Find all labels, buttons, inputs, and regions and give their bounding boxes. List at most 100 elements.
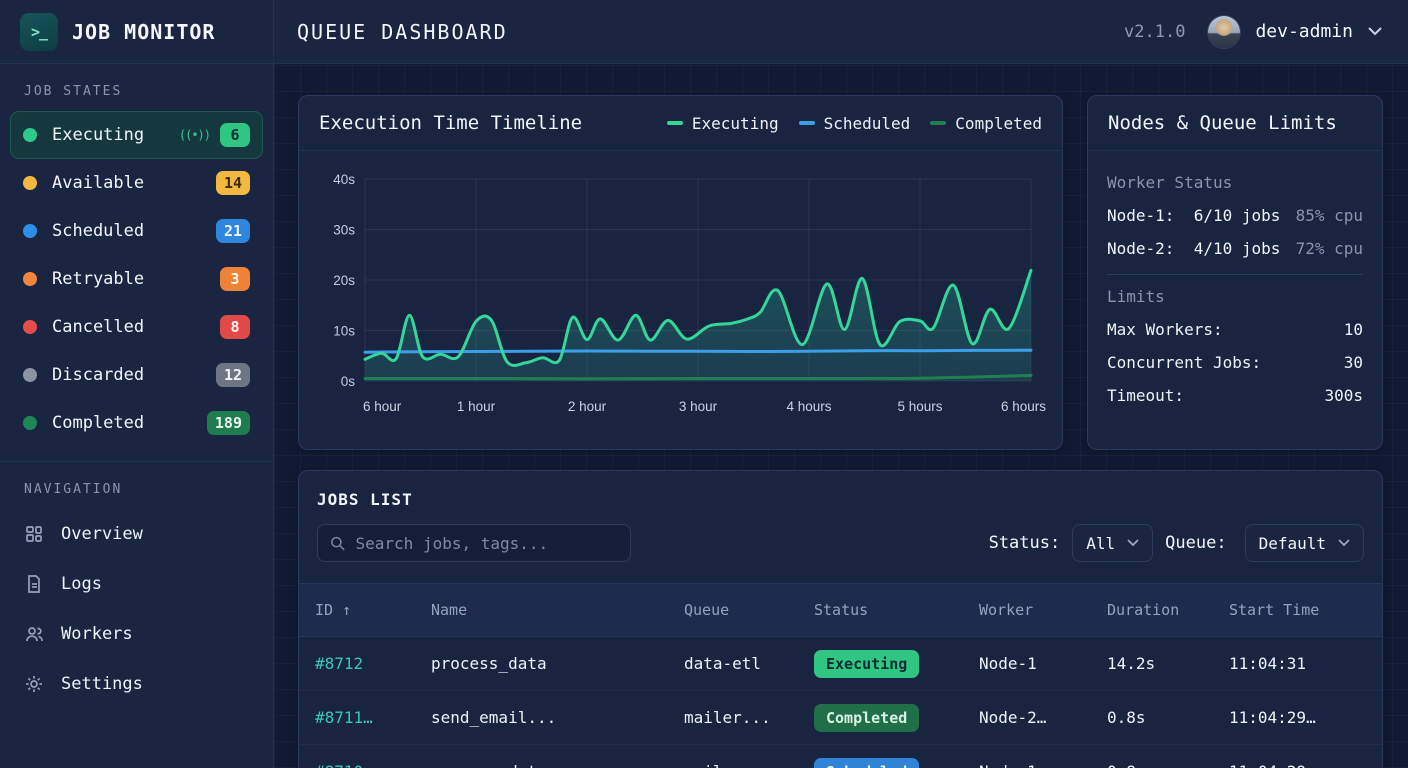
legend-dash-icon [666,121,683,125]
limit-value: 10 [1343,320,1363,339]
job-name: process_data [415,762,668,768]
legend-item-completed[interactable]: Completed [930,114,1042,133]
svg-text:1 hour: 1 hour [457,399,496,414]
status-filter-value: All [1086,533,1116,553]
job-queue: mailer... [684,708,771,727]
user-menu[interactable]: dev-admin [1255,21,1353,42]
svg-text:10s: 10s [333,324,355,339]
job-id-link[interactable]: #8710 [299,762,415,768]
state-label: Cancelled [52,317,145,337]
jobs-list-title: JOBS LIST [317,490,413,509]
sidebar-item-logs[interactable]: Logs [0,559,273,609]
queue-filter-value: Default [1258,533,1326,553]
nodes-divider [1107,274,1363,275]
overview-grid-icon [26,526,42,542]
table-row[interactable]: #8711… send_email... mailer... Completed… [299,691,1382,745]
search-box[interactable] [317,524,631,562]
available-dot-icon [23,176,37,190]
svg-text:20s: 20s [333,273,355,288]
job-duration: 14.2s [1107,654,1156,673]
chart-legend: Executing Scheduled Completed [666,113,1042,133]
nav-label: Logs [61,574,102,594]
settings-gear-icon [26,676,42,692]
avatar[interactable] [1208,15,1241,48]
legend-item-scheduled[interactable]: Scheduled [798,113,911,133]
sidebar-item-cancelled[interactable]: Cancelled 8 [10,303,263,351]
limit-value: 300s [1324,386,1363,405]
sidebar-item-executing[interactable]: Executing ((•)) 6 [10,111,263,159]
legend-label: Completed [955,113,1042,133]
svg-text:6 hours: 6 hours [1001,399,1046,414]
navigation-header: NAVIGATION [24,482,123,497]
column-header-worker[interactable]: Worker [963,601,1091,619]
workers-people-icon [26,627,43,642]
table-row[interactable]: #8710 process_data mailer Scheduled Node… [299,745,1382,768]
sidebar-item-scheduled[interactable]: Scheduled 21 [10,207,263,255]
search-icon [331,536,345,550]
topbar: >_ JOB MONITOR QUEUE DASHBOARD v2.1.0 de… [0,0,1408,64]
sidebar-item-available[interactable]: Available 14 [10,159,263,207]
sidebar-item-discarded[interactable]: Discarded 12 [10,351,263,399]
chevron-down-icon [1338,539,1350,547]
status-filter-select[interactable]: All [1072,524,1154,562]
state-count-badge: 8 [220,315,250,339]
search-input[interactable] [355,533,618,553]
state-label: Executing [52,125,145,145]
logs-document-icon [28,575,40,593]
column-header-name[interactable]: Name [415,601,668,619]
nodes-card-title: Nodes & Queue Limits [1108,112,1337,134]
limits-header: Limits [1107,287,1165,306]
worker-row-node-2: Node-2: 4/10 jobs 72% cpu [1107,239,1363,258]
chevron-down-icon[interactable] [1368,27,1382,36]
svg-text:3 hour: 3 hour [679,399,718,414]
job-start-time: 11:04:29 [1213,762,1382,768]
column-header-duration[interactable]: Duration [1091,601,1213,619]
state-count-badge: 21 [215,219,250,243]
worker-row-node-1: Node-1: 6/10 jobs 85% cpu [1107,206,1363,225]
status-badge: Executing [814,649,920,678]
executing-dot-icon [23,128,37,142]
state-count-badge: 189 [206,411,250,435]
limit-row-concurrent-jobs: Concurrent Jobs: 30 [1107,353,1363,372]
column-header-queue[interactable]: Queue [668,601,798,619]
scheduled-dot-icon [23,224,37,238]
sidebar-item-workers[interactable]: Workers [0,609,273,659]
job-id-link[interactable]: #8711… [299,708,415,727]
state-label: Completed [52,413,145,433]
column-header-id[interactable]: ID ↑ [299,601,415,619]
sidebar-item-completed[interactable]: Completed 189 [10,399,263,447]
status-badge: Scheduled [814,757,920,768]
svg-text:6 hour: 6 hour [363,399,402,414]
queue-filter-select[interactable]: Default [1244,524,1364,562]
sidebar-item-settings[interactable]: Settings [0,659,273,709]
sidebar: JOB STATES Executing ((•)) 6 Available 1… [0,64,274,768]
version-label: v2.1.0 [1124,21,1186,42]
discarded-dot-icon [23,368,37,382]
job-name: send_email... [431,708,557,727]
nav-label: Overview [61,524,143,544]
state-label: Retryable [52,269,145,289]
legend-label: Scheduled [823,113,911,133]
column-header-status[interactable]: Status [798,601,963,619]
legend-item-executing[interactable]: Executing [666,114,779,133]
column-header-start-time[interactable]: Start Time [1213,601,1382,619]
sidebar-item-overview[interactable]: Overview [0,509,273,559]
job-name: process_data [431,654,547,673]
gear-teeth [26,676,42,692]
worker-name: Node-2: 4/10 jobs [1107,239,1281,258]
job-worker: Node-1 [963,762,1091,768]
timeline-card-title: Execution Time Timeline [319,112,583,134]
nav-label: Settings [61,674,143,694]
chevron-down-icon [1127,539,1139,547]
job-id-link[interactable]: #8712 [299,654,415,673]
state-count-badge: 6 [220,123,250,147]
table-row[interactable]: #8712 process_data data-etl Executing No… [299,637,1382,691]
worker-status-header: Worker Status [1107,173,1233,192]
queue-filter-label: Queue: [1165,533,1227,553]
job-queue: data-etl [684,654,762,673]
job-queue: mailer [668,762,798,768]
job-duration: 0.8s [1091,762,1213,768]
nodes-card: Nodes & Queue Limits Worker Status Node-… [1087,95,1383,450]
table-header-row: ID ↑ Name Queue Status Worker Duration S… [299,583,1382,637]
sidebar-item-retryable[interactable]: Retryable 3 [10,255,263,303]
